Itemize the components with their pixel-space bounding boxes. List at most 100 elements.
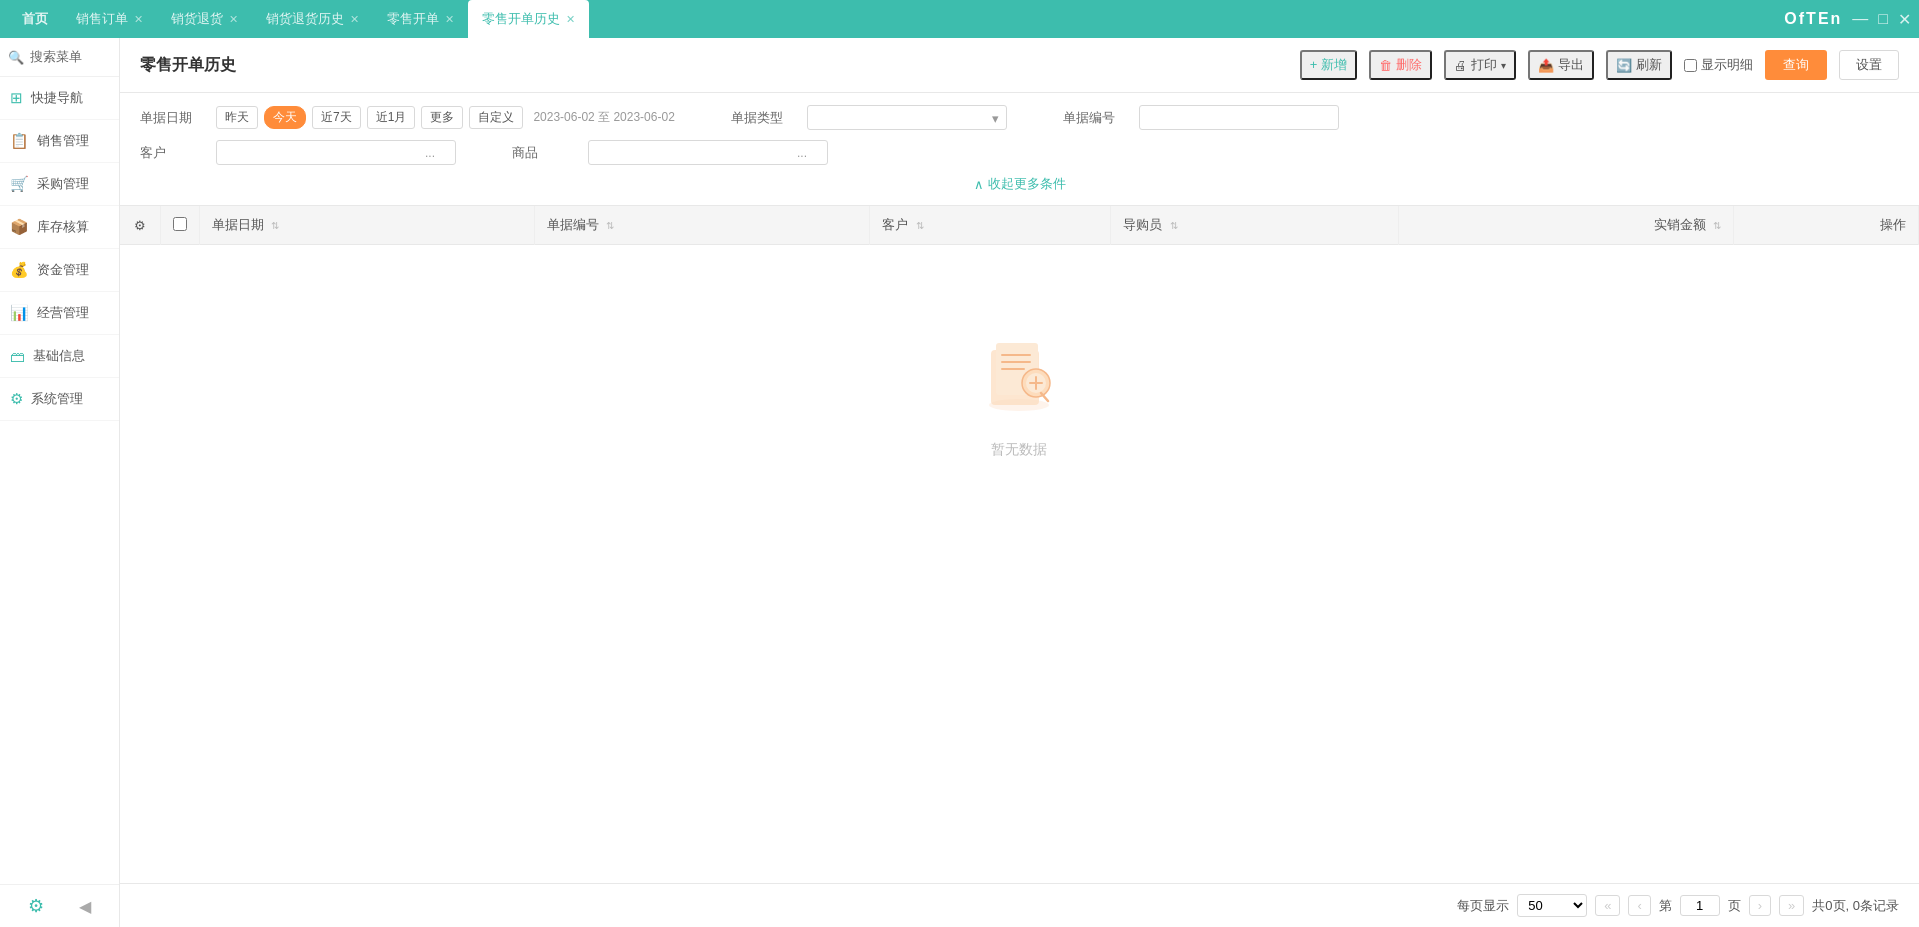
sidebar-item-sys-mgmt[interactable]: ⚙ 系统管理 <box>0 378 119 421</box>
th-doc-date-label: 单据日期 <box>212 217 264 232</box>
export-icon: 📤 <box>1538 58 1554 73</box>
doc-no-input[interactable] <box>1139 105 1339 130</box>
sidebar-settings-icon[interactable]: ⚙ <box>28 895 44 917</box>
sidebar-item-inventory[interactable]: 📦 库存核算 <box>0 206 119 249</box>
sidebar-search[interactable]: 🔍 搜索菜单 <box>0 38 119 77</box>
doc-type-select[interactable] <box>807 105 1007 130</box>
print-icon: 🖨 <box>1454 58 1467 73</box>
goods-input[interactable] <box>597 145 797 160</box>
goods-ellipsis-icon[interactable]: ... <box>797 146 807 160</box>
th-actions: 操作 <box>1734 206 1919 245</box>
customer-ellipsis-icon[interactable]: ... <box>425 146 435 160</box>
tab-sales-return-history-close[interactable]: ✕ <box>350 13 359 26</box>
print-label: 打印 <box>1471 56 1497 74</box>
tab-retail-open-history[interactable]: 零售开单历史 ✕ <box>468 0 589 38</box>
show-detail-checkbox-wrap[interactable]: 显示明细 <box>1684 56 1753 74</box>
window-minimize-icon[interactable]: — <box>1852 10 1868 28</box>
date-filter-buttons: 昨天 今天 近7天 近1月 更多 自定义 2023-06-02 至 2023-0… <box>216 106 675 129</box>
sidebar-item-finance[interactable]: 💰 资金管理 <box>0 249 119 292</box>
table-wrapper: ⚙ 单据日期 ⇅ 单据编号 ⇅ <box>120 206 1919 883</box>
tab-home-label: 首页 <box>22 10 48 28</box>
sidebar-item-sales-mgmt[interactable]: 📋 销售管理 <box>0 120 119 163</box>
page-number-input[interactable] <box>1680 895 1720 916</box>
goods-filter-label: 商品 <box>512 144 572 162</box>
tab-sales-return[interactable]: 销货退货 ✕ <box>157 0 252 38</box>
sidebar-item-purchase-mgmt-label: 采购管理 <box>37 175 89 193</box>
th-customer: 客户 ⇅ <box>869 206 1110 245</box>
main-layout: 🔍 搜索菜单 ⊞ 快捷导航 📋 销售管理 🛒 采购管理 📦 库存核算 💰 资金管… <box>0 38 1919 927</box>
sidebar-search-label: 搜索菜单 <box>30 48 82 66</box>
customer-filter-label: 客户 <box>140 144 200 162</box>
last-page-button[interactable]: » <box>1779 895 1804 916</box>
select-all-checkbox[interactable] <box>173 217 187 231</box>
tab-sales-return-label: 销货退货 <box>171 10 223 28</box>
tab-retail-open[interactable]: 零售开单 ✕ <box>373 0 468 38</box>
customer-sort-icon[interactable]: ⇅ <box>916 220 924 231</box>
doc-no-sort-icon[interactable]: ⇅ <box>606 220 614 231</box>
amount-sort-icon[interactable]: ⇅ <box>1713 220 1721 231</box>
export-button[interactable]: 📤 导出 <box>1528 50 1594 80</box>
th-settings[interactable]: ⚙ <box>120 206 160 245</box>
sidebar-item-quick-nav[interactable]: ⊞ 快捷导航 <box>0 77 119 120</box>
th-checkbox[interactable] <box>160 206 199 245</box>
window-close-icon[interactable]: ✕ <box>1898 10 1911 29</box>
doc-type-select-wrap <box>807 105 1007 130</box>
tab-retail-open-history-close[interactable]: ✕ <box>566 13 575 26</box>
delete-button[interactable]: 🗑 删除 <box>1369 50 1432 80</box>
filter-row-2: 客户 ... 商品 ... <box>140 140 1899 165</box>
top-right-area: OfTEn — □ ✕ <box>1784 10 1911 29</box>
first-page-button[interactable]: « <box>1595 895 1620 916</box>
table-body: 暂无数据 <box>120 245 1919 540</box>
collapse-label: 收起更多条件 <box>988 175 1066 193</box>
finance-icon: 💰 <box>10 261 29 279</box>
tab-sales-order[interactable]: 销售订单 ✕ <box>62 0 157 38</box>
date-today-btn[interactable]: 今天 <box>264 106 306 129</box>
sidebar-item-purchase-mgmt[interactable]: 🛒 采购管理 <box>0 163 119 206</box>
settings-button[interactable]: 设置 <box>1839 50 1899 80</box>
sidebar-item-basic-info[interactable]: 🗃 基础信息 <box>0 335 119 378</box>
data-table: ⚙ 单据日期 ⇅ 单据编号 ⇅ <box>120 206 1919 539</box>
date-1month-btn[interactable]: 近1月 <box>367 106 416 129</box>
salesperson-sort-icon[interactable]: ⇅ <box>1170 220 1178 231</box>
sidebar-collapse-icon[interactable]: ◀ <box>79 897 91 916</box>
tab-bar: 首页 销售订单 ✕ 销货退货 ✕ 销货退货历史 ✕ 零售开单 ✕ 零售开单历史 … <box>0 0 1919 38</box>
date-yesterday-btn[interactable]: 昨天 <box>216 106 258 129</box>
date-7days-btn[interactable]: 近7天 <box>312 106 361 129</box>
doc-date-sort-icon[interactable]: ⇅ <box>271 220 279 231</box>
export-label: 导出 <box>1558 56 1584 74</box>
tab-sales-order-close[interactable]: ✕ <box>134 13 143 26</box>
table-settings-icon[interactable]: ⚙ <box>134 218 146 233</box>
next-page-button[interactable]: › <box>1749 895 1771 916</box>
date-more-btn[interactable]: 更多 <box>421 106 463 129</box>
sidebar-item-operations[interactable]: 📊 经营管理 <box>0 292 119 335</box>
show-detail-checkbox[interactable] <box>1684 59 1697 72</box>
doc-type-filter-label: 单据类型 <box>731 109 791 127</box>
tab-sales-return-close[interactable]: ✕ <box>229 13 238 26</box>
query-button[interactable]: 查询 <box>1765 50 1827 80</box>
refresh-icon: 🔄 <box>1616 58 1632 73</box>
empty-illustration <box>969 325 1069 425</box>
tab-home[interactable]: 首页 <box>8 0 62 38</box>
prev-page-button[interactable]: ‹ <box>1628 895 1650 916</box>
print-arrow-icon: ▾ <box>1501 60 1506 71</box>
print-button[interactable]: 🖨 打印 ▾ <box>1444 50 1516 80</box>
tab-sales-order-label: 销售订单 <box>76 10 128 28</box>
filter-row-1: 单据日期 昨天 今天 近7天 近1月 更多 自定义 2023-06-02 至 2… <box>140 105 1899 130</box>
date-custom-btn[interactable]: 自定义 <box>469 106 523 129</box>
collapse-button[interactable]: ∧ 收起更多条件 <box>974 175 1066 193</box>
sys-mgmt-icon: ⚙ <box>10 390 23 408</box>
filter-area: 单据日期 昨天 今天 近7天 近1月 更多 自定义 2023-06-02 至 2… <box>120 93 1919 206</box>
quick-nav-icon: ⊞ <box>10 89 23 107</box>
customer-input[interactable] <box>225 145 425 160</box>
tab-retail-open-close[interactable]: ✕ <box>445 13 454 26</box>
refresh-button[interactable]: 🔄 刷新 <box>1606 50 1672 80</box>
page-size-select[interactable]: 10 20 50 100 <box>1517 894 1587 917</box>
th-doc-no: 单据编号 ⇅ <box>534 206 869 245</box>
page-header: 零售开单历史 + 新增 🗑 删除 🖨 打印 ▾ 📤 导出 🔄 <box>120 38 1919 93</box>
tab-sales-return-history[interactable]: 销货退货历史 ✕ <box>252 0 373 38</box>
add-button[interactable]: + 新增 <box>1300 50 1357 80</box>
sidebar: 🔍 搜索菜单 ⊞ 快捷导航 📋 销售管理 🛒 采购管理 📦 库存核算 💰 资金管… <box>0 38 120 927</box>
sidebar-item-quick-nav-label: 快捷导航 <box>31 89 83 107</box>
empty-text: 暂无数据 <box>991 441 1047 459</box>
window-maximize-icon[interactable]: □ <box>1878 10 1888 28</box>
